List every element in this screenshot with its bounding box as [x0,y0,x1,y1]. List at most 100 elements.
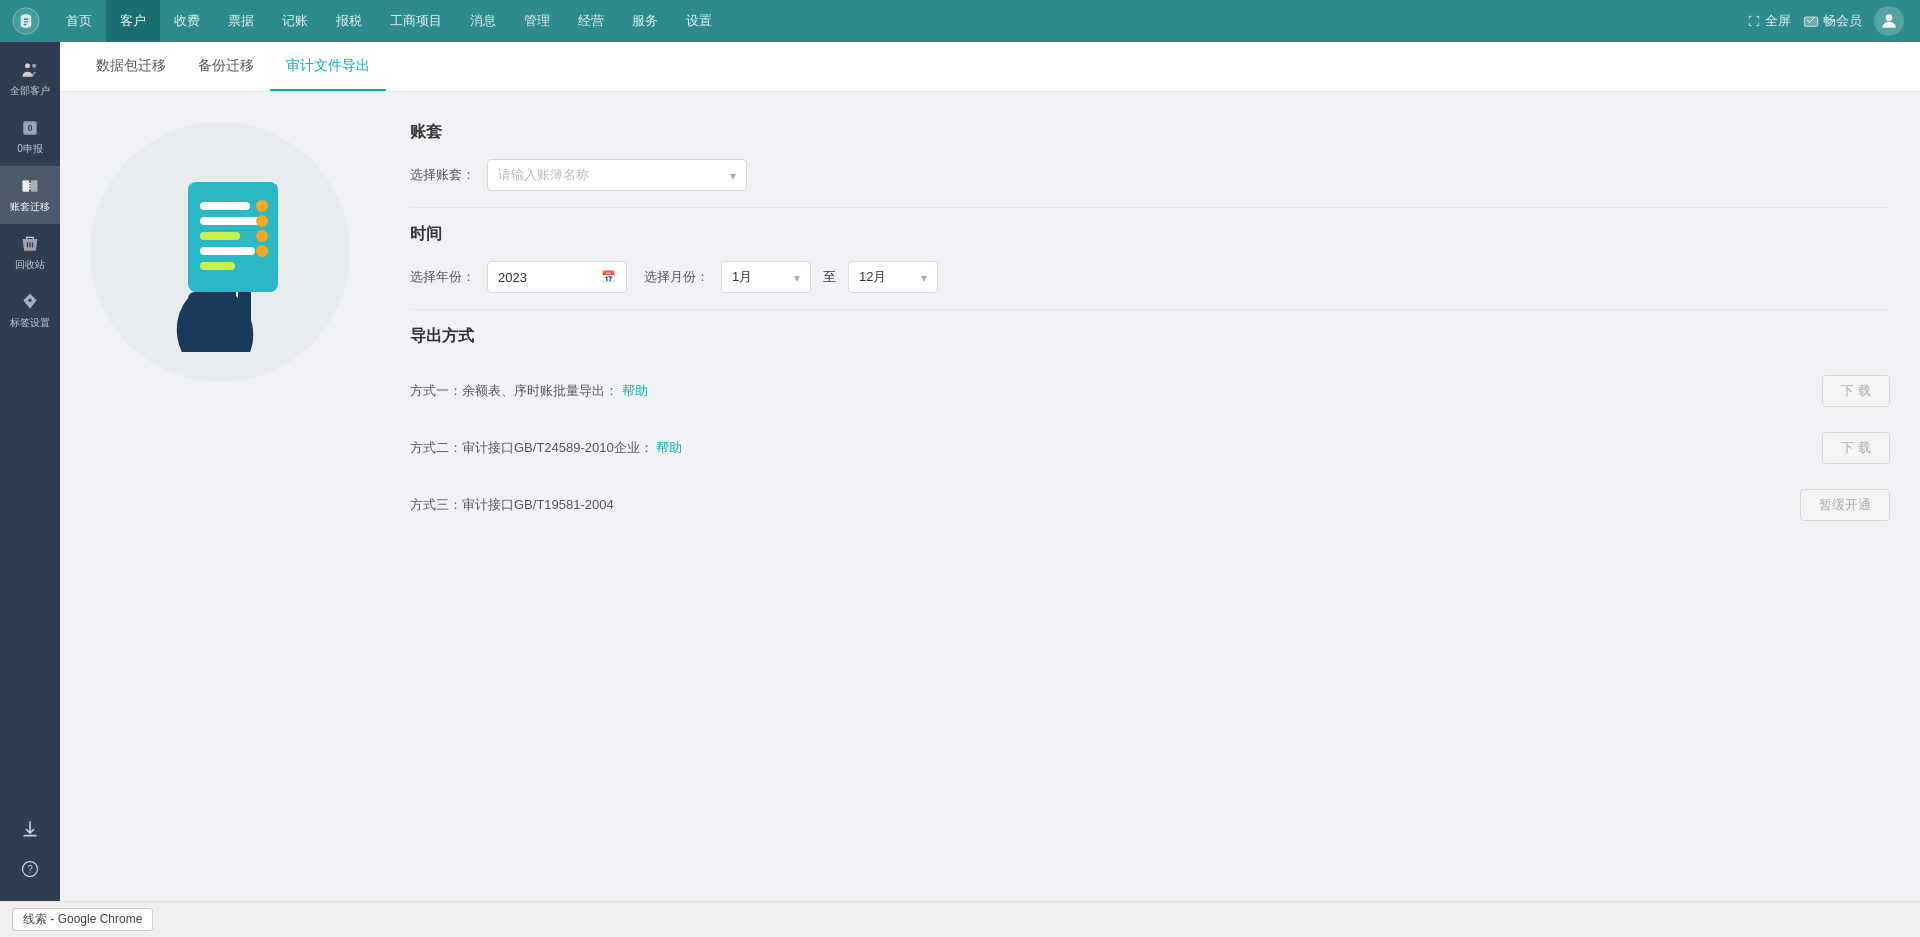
user-avatar-icon [1879,11,1899,31]
svg-rect-26 [200,262,235,270]
zero-declare-icon: 0 [20,118,40,138]
svg-point-12 [28,299,31,302]
svg-rect-7 [23,180,30,192]
membership-button[interactable]: 畅会员 [1803,12,1862,30]
account-section-title: 账套 [410,122,1890,143]
nav-business[interactable]: 工商项目 [376,0,456,42]
recycle-icon [20,234,40,254]
sidebar-item-recycle[interactable]: 回收站 [0,224,60,282]
time-section-title: 时间 [410,224,1890,245]
svg-point-3 [25,63,30,68]
svg-point-29 [256,230,268,242]
nav-service[interactable]: 服务 [618,0,672,42]
account-label: 选择账套： [410,166,475,184]
nav-settings[interactable]: 设置 [672,0,726,42]
time-form-row: 选择年份： 2023 📅 选择月份： 1月 至 12月 [410,261,1890,293]
nav-items: 首页 客户 收费 票据 记账 报税 工商项目 消息 管理 经营 服务 设置 [52,0,1747,42]
avatar[interactable] [1874,6,1904,36]
method-3-label: 方式三：审计接口GB/T19581-2004 [410,497,614,512]
main-layout: 全部客户 0 0申报 账套迁移 回收站 [0,42,1920,901]
migration-icon [20,176,40,196]
chevron-down-icon [730,168,736,183]
top-nav: 首页 客户 收费 票据 记账 报税 工商项目 消息 管理 经营 服务 设置 全屏… [0,0,1920,42]
nav-client[interactable]: 客户 [106,0,160,42]
account-select[interactable]: 请输入账簿名称 [487,159,747,191]
help-icon: ? [20,859,40,879]
method-1-download-button[interactable]: 下 载 [1822,375,1890,407]
tab-data-migration[interactable]: 数据包迁移 [80,43,182,91]
svg-rect-22 [200,202,250,210]
download-icon [20,819,40,839]
method-3-text-wrap: 方式三：审计接口GB/T19581-2004 [410,496,614,514]
app-logo [8,3,44,39]
nav-operation[interactable]: 经营 [564,0,618,42]
tag-icon [20,292,40,312]
svg-point-4 [32,64,36,68]
nav-bookkeeping[interactable]: 记账 [268,0,322,42]
month-end-chevron-icon [921,270,927,285]
sidebar-item-download[interactable] [0,809,60,849]
month-end-value: 12月 [859,268,886,286]
year-value: 2023 [498,270,527,285]
month-start-select[interactable]: 1月 [721,261,811,293]
method-2-help-link[interactable]: 帮助 [656,440,682,455]
content-area: 账套 选择账套： 请输入账簿名称 时间 选择年份： 2023 📅 [60,92,1920,901]
fullscreen-button[interactable]: 全屏 [1747,12,1791,30]
export-section-title: 导出方式 [410,326,1890,347]
method-1-help-link[interactable]: 帮助 [622,383,648,398]
nav-fee[interactable]: 收费 [160,0,214,42]
tab-audit-export[interactable]: 审计文件导出 [270,43,386,91]
nav-invoice[interactable]: 票据 [214,0,268,42]
year-input[interactable]: 2023 📅 [487,261,627,293]
sidebar-label-zero-declare: 0申报 [17,142,43,156]
divider-2 [410,309,1890,310]
svg-point-30 [256,245,268,257]
nav-message[interactable]: 消息 [456,0,510,42]
sidebar-label-all-clients: 全部客户 [10,84,50,98]
sidebar-label-tag: 标签设置 [10,316,50,330]
nav-tax[interactable]: 报税 [322,0,376,42]
export-method-2: 方式二：审计接口GB/T24589-2010企业： 帮助 下 载 [410,420,1890,477]
tab-backup-migration[interactable]: 备份迁移 [182,43,270,91]
tabs-bar: 数据包迁移 备份迁移 审计文件导出 [60,42,1920,92]
nav-right: 全屏 畅会员 [1747,6,1920,36]
sidebar: 全部客户 0 0申报 账套迁移 回收站 [0,42,60,901]
svg-text:0: 0 [28,123,33,133]
illustration-circle [90,122,350,382]
export-method-1: 方式一：余额表、序时账批量导出： 帮助 下 载 [410,363,1890,420]
form-section: 账套 选择账套： 请输入账簿名称 时间 选择年份： 2023 📅 [410,122,1890,533]
illustration-wrap [90,122,350,382]
bottom-bar: 线索 - Google Chrome [0,901,1920,937]
membership-icon [1803,13,1819,29]
fullscreen-label: 全屏 [1765,12,1791,30]
year-label: 选择年份： [410,268,475,286]
month-end-select[interactable]: 12月 [848,261,938,293]
sidebar-item-zero-declare[interactable]: 0 0申报 [0,108,60,166]
calendar-icon: 📅 [601,270,616,284]
account-form-row: 选择账套： 请输入账簿名称 [410,159,1890,191]
method-3-open-button[interactable]: 暂缓开通 [1800,489,1890,521]
sidebar-label-migration: 账套迁移 [10,200,50,214]
export-method-3: 方式三：审计接口GB/T19581-2004 暂缓开通 [410,477,1890,533]
svg-rect-8 [31,180,38,192]
users-icon [20,60,40,80]
svg-point-27 [256,200,268,212]
month-label: 选择月份： [639,268,709,286]
sidebar-item-help[interactable]: ? [0,849,60,889]
method-2-download-button[interactable]: 下 载 [1822,432,1890,464]
svg-rect-13 [23,835,36,837]
sidebar-item-all-clients[interactable]: 全部客户 [0,50,60,108]
sidebar-item-tag[interactable]: 标签设置 [0,282,60,340]
divider-1 [410,207,1890,208]
nav-home[interactable]: 首页 [52,0,106,42]
method-1-label: 方式一：余额表、序时账批量导出： [410,383,618,398]
illustration-svg [130,152,310,352]
svg-point-2 [1886,14,1893,21]
svg-rect-24 [200,232,240,240]
nav-manage[interactable]: 管理 [510,0,564,42]
method-1-text-wrap: 方式一：余额表、序时账批量导出： 帮助 [410,382,648,400]
sidebar-label-recycle: 回收站 [15,258,45,272]
range-separator: 至 [823,268,836,286]
sidebar-item-migration[interactable]: 账套迁移 [0,166,60,224]
membership-label: 畅会员 [1823,12,1862,30]
